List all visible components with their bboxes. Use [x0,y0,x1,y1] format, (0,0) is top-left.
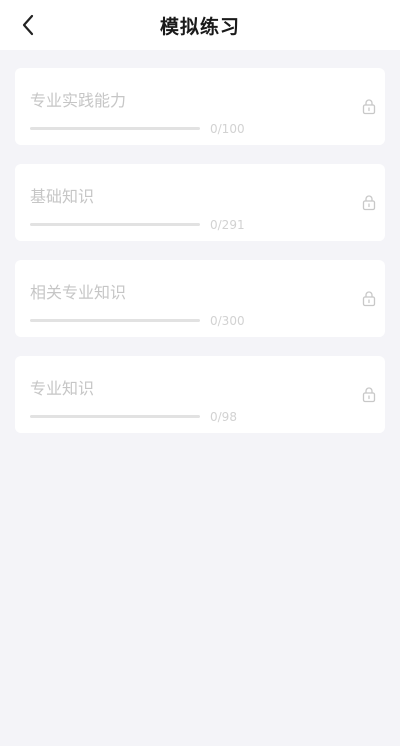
progress-count: 0/300 [210,314,245,328]
practice-item-title: 相关专业知识 [30,283,127,302]
progress-bar [30,415,200,418]
chevron-left-icon [22,14,34,36]
lock-icon [362,291,376,307]
practice-item-basic-knowledge[interactable]: 基础知识 0/291 [15,164,385,241]
progress-count: 0/100 [210,122,245,136]
practice-item-title: 专业知识 [30,379,95,398]
practice-item-related-knowledge[interactable]: 相关专业知识 0/300 [15,260,385,337]
lock-icon [362,387,376,403]
practice-item-title: 基础知识 [30,187,95,206]
nav-bar: 模拟练习 [0,0,400,50]
progress-count: 0/291 [210,218,245,232]
lock-icon [362,99,376,115]
practice-item-title: 专业实践能力 [30,91,127,110]
practice-item-professional-practice[interactable]: 专业实践能力 0/100 [15,68,385,145]
back-button[interactable] [12,9,44,41]
progress-bar [30,223,200,226]
progress-bar [30,127,200,130]
progress-count: 0/98 [210,410,237,424]
lock-icon [362,195,376,211]
practice-list: 专业实践能力 0/100 基础知识 0/291 相关专业知识 0/300 专业知… [0,50,400,433]
page-title: 模拟练习 [159,15,240,38]
practice-item-professional-knowledge[interactable]: 专业知识 0/98 [15,356,385,433]
progress-bar [30,319,200,322]
